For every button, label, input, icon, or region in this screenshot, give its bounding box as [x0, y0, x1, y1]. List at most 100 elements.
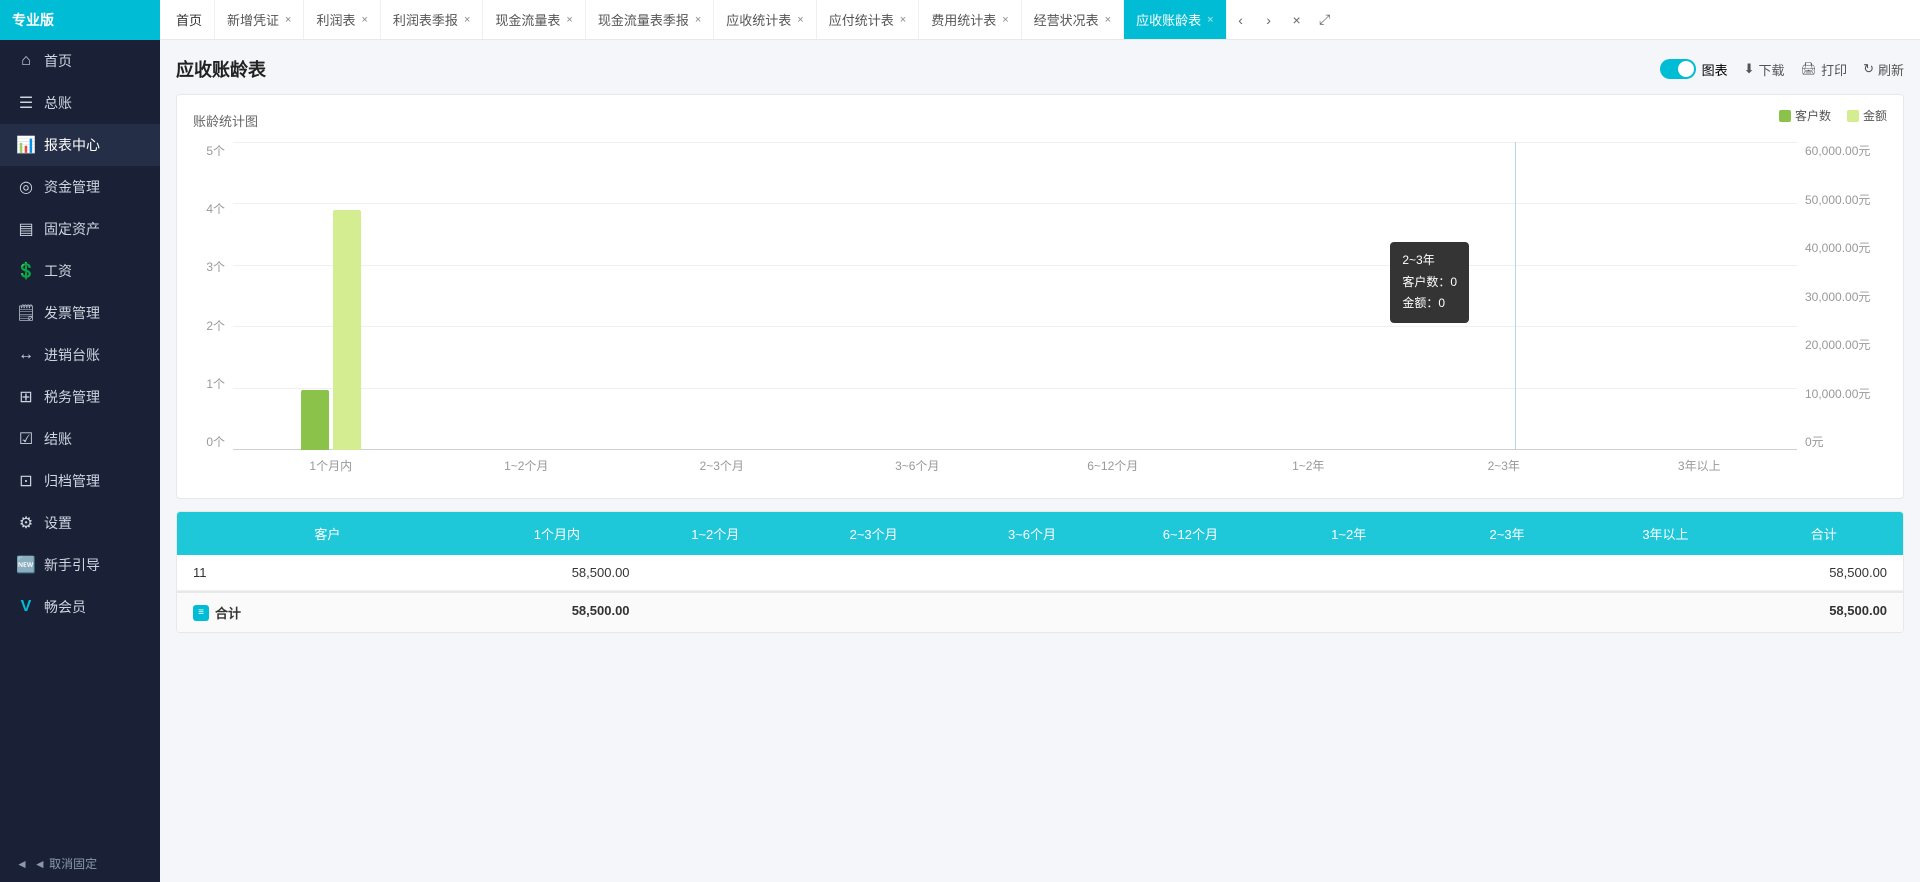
refresh-label: 刷新 — [1878, 60, 1904, 79]
toggle-label: 图表 — [1702, 60, 1728, 79]
sidebar-item-sales[interactable]: ↔ 进销台账 — [0, 334, 160, 376]
download-button[interactable]: ⬇ 下载 — [1744, 60, 1785, 79]
x-label-7: 3年以上 — [1602, 450, 1798, 482]
tab-new-voucher[interactable]: 新增凭证 × — [215, 0, 304, 40]
sidebar-label-assets: 固定资产 — [44, 219, 100, 239]
y-axis-left: 5个 4个 3个 2个 1个 0个 — [193, 142, 233, 482]
bar-group-7 — [1602, 142, 1798, 450]
print-button[interactable]: 🖨 打印 — [1801, 60, 1848, 79]
tab-close-icon[interactable]: × — [285, 14, 291, 26]
sidebar: 专业版 ⌂ 首页 ☰ 总账 📊 报表中心 ◎ 资金管理 ▤ 固定资产 💲 工资 … — [0, 0, 160, 882]
sidebar-label-sales: 进销台账 — [44, 345, 100, 365]
home-icon: ⌂ — [16, 52, 36, 70]
tab-home[interactable]: 首页 — [164, 0, 215, 40]
tab-close-all-button[interactable]: × — [1283, 0, 1311, 40]
tab-profit-quarter[interactable]: 利润表季报 × — [381, 0, 483, 40]
x-label-1: 1~2个月 — [429, 450, 625, 482]
bar-group-5 — [1211, 142, 1407, 450]
td-total-month2-3 — [802, 593, 958, 632]
sidebar-item-vip[interactable]: V 畅会员 — [0, 586, 160, 628]
tax-icon: ⊞ — [16, 387, 36, 407]
tab-home-label: 首页 — [176, 10, 202, 29]
td-total-month6-12 — [1114, 593, 1270, 632]
sidebar-item-funds[interactable]: ◎ 资金管理 — [0, 166, 160, 208]
sidebar-label-invoice: 发票管理 — [44, 303, 100, 323]
sidebar-item-invoice[interactable]: 🗒 发票管理 — [0, 292, 160, 334]
sidebar-item-guide[interactable]: 🆕 新手引导 — [0, 544, 160, 586]
sidebar-item-reports[interactable]: 📊 报表中心 — [0, 124, 160, 166]
td-year2-3 — [1426, 555, 1582, 590]
settings-icon: ⚙ — [16, 513, 36, 533]
funds-icon: ◎ — [16, 177, 36, 197]
tab-close-icon[interactable]: × — [361, 14, 367, 26]
aging-table: 客户 1个月内 1~2个月 2~3个月 3~6个月 6~12个月 1~2年 2~… — [176, 511, 1904, 633]
td-total-label: ≡ 合计 — [177, 593, 481, 632]
tab-close-icon[interactable]: × — [900, 14, 906, 26]
assets-icon: ▤ — [16, 219, 36, 239]
refresh-button[interactable]: ↻ 刷新 — [1863, 60, 1904, 79]
x-label-3: 3~6个月 — [820, 450, 1016, 482]
tab-expense[interactable]: 费用统计表 × — [919, 0, 1021, 40]
sales-icon: ↔ — [16, 346, 36, 364]
sidebar-label-close: 结账 — [44, 429, 72, 449]
y-right-4: 40,000.00元 — [1805, 239, 1870, 256]
x-label-4: 6~12个月 — [1015, 450, 1211, 482]
tab-prev-button[interactable]: ‹ — [1227, 0, 1255, 40]
tab-close-icon[interactable]: × — [797, 14, 803, 26]
td-row-total: 58,500.00 — [1739, 555, 1903, 590]
tab-ap-stats[interactable]: 应付统计表 × — [817, 0, 919, 40]
sidebar-item-tax[interactable]: ⊞ 税务管理 — [0, 376, 160, 418]
unpin-sidebar-button[interactable]: ◄ ◄ 取消固定 — [0, 845, 160, 882]
tab-profit-label: 利润表 — [316, 10, 355, 29]
th-month1: 1个月内 — [478, 512, 636, 555]
tab-cashflow-label: 现金流量表 — [495, 10, 560, 29]
download-icon: ⬇ — [1744, 61, 1755, 77]
sidebar-item-settings[interactable]: ⚙ 设置 — [0, 502, 160, 544]
sidebar-item-close[interactable]: ☑ 结账 — [0, 418, 160, 460]
sidebar-label-ledger: 总账 — [44, 93, 72, 113]
td-customer: 11 — [177, 555, 481, 590]
tab-profit[interactable]: 利润表 × — [304, 0, 380, 40]
sidebar-item-salary[interactable]: 💲 工资 — [0, 250, 160, 292]
main-area: 首页 新增凭证 × 利润表 × 利润表季报 × 现金流量表 × 现金流量表季报 … — [160, 0, 1920, 882]
sidebar-item-assets[interactable]: ▤ 固定资产 — [0, 208, 160, 250]
bar-green-0 — [301, 390, 329, 450]
tab-close-icon[interactable]: × — [1105, 14, 1111, 26]
tab-close-icon[interactable]: × — [464, 14, 470, 26]
chart-toggle[interactable]: 图表 — [1660, 59, 1728, 79]
tab-cashflow[interactable]: 现金流量表 × — [483, 0, 585, 40]
td-year1-2 — [1270, 555, 1426, 590]
tab-close-icon[interactable]: × — [566, 14, 572, 26]
tab-cashflow-quarter[interactable]: 现金流量表季报 × — [586, 0, 714, 40]
tab-ar-aging[interactable]: 应收账龄表 × — [1124, 0, 1226, 40]
y-left-4: 4个 — [206, 200, 225, 217]
td-total-month3-6 — [958, 593, 1114, 632]
x-labels: 1个月内 1~2个月 2~3个月 3~6个月 6~12个月 1~2年 2~3年 … — [233, 450, 1797, 482]
sidebar-item-archive[interactable]: ⊡ 归档管理 — [0, 460, 160, 502]
legend-amount: 金额 — [1847, 107, 1887, 124]
tab-close-icon[interactable]: × — [695, 14, 701, 26]
x-label-5: 1~2年 — [1211, 450, 1407, 482]
tab-operations[interactable]: 经营状况表 × — [1022, 0, 1124, 40]
chart-card: 账龄统计图 客户数 金额 5个 4个 3个 2个 — [176, 94, 1904, 499]
tab-next-button[interactable]: › — [1255, 0, 1283, 40]
tab-expand-button[interactable]: ⤢ — [1311, 0, 1339, 40]
vip-icon: V — [16, 598, 36, 616]
legend-customers: 客户数 — [1779, 107, 1831, 124]
sidebar-item-home[interactable]: ⌂ 首页 — [0, 40, 160, 82]
toggle-track — [1660, 59, 1696, 79]
legend-customers-label: 客户数 — [1795, 107, 1831, 124]
tab-close-icon[interactable]: × — [1002, 14, 1008, 26]
y-left-0: 0个 — [206, 433, 225, 450]
bar-group-2 — [624, 142, 820, 450]
download-label: 下载 — [1759, 60, 1785, 79]
salary-icon: 💲 — [16, 261, 36, 281]
td-month2-3 — [802, 555, 958, 590]
toggle-thumb — [1678, 61, 1694, 77]
sidebar-item-ledger[interactable]: ☰ 总账 — [0, 82, 160, 124]
tab-close-icon[interactable]: × — [1207, 14, 1213, 26]
chart-title: 账龄统计图 — [193, 111, 1887, 130]
table-total-row: ≡ 合计 58,500.00 58,500.00 — [177, 591, 1903, 632]
sidebar-label-archive: 归档管理 — [44, 471, 100, 491]
tab-ar-stats[interactable]: 应收统计表 × — [714, 0, 816, 40]
